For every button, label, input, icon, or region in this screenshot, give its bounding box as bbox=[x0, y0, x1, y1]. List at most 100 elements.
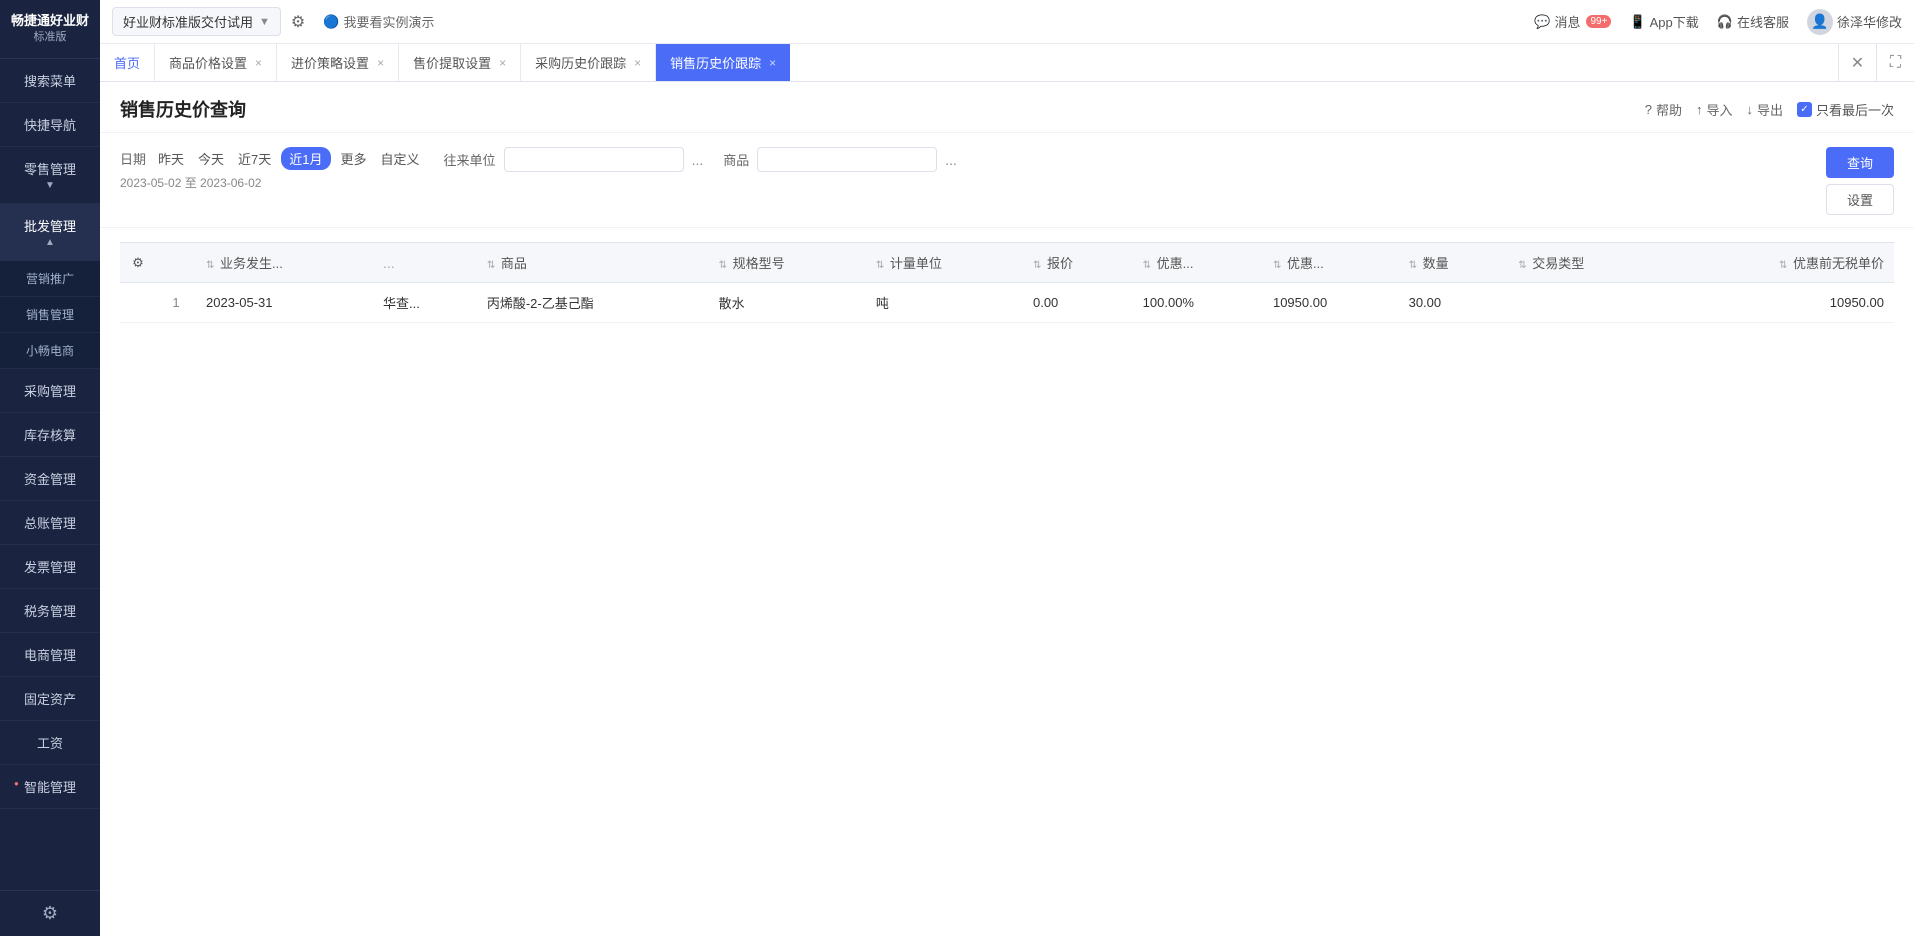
table-body: 1 2023-05-31 华查... 丙烯酸-2-乙基己酯 散水 吨 0.00 … bbox=[120, 283, 1894, 323]
tab-product-price[interactable]: 商品价格设置 × bbox=[155, 44, 277, 81]
product-filter: 商品 ... bbox=[723, 147, 957, 172]
tab-panel-controls: ✕ ⛶ bbox=[1838, 44, 1914, 82]
page-inner: 销售历史价查询 ? 帮助 ↑ 导入 ↓ 导出 ✓ bbox=[100, 82, 1914, 936]
th-business-date-label: 业务发生... bbox=[220, 256, 283, 271]
search-menu-label: 搜索菜单 bbox=[24, 71, 76, 90]
query-button[interactable]: 查询 bbox=[1826, 147, 1894, 178]
th-index bbox=[156, 243, 196, 283]
th-discount-rate[interactable]: ⇅ 优惠... bbox=[1133, 243, 1263, 283]
product-label: 商品 bbox=[723, 150, 749, 169]
export-icon: ↓ bbox=[1746, 102, 1753, 117]
th-spec[interactable]: ⇅ 规格型号 bbox=[709, 243, 866, 283]
tab-pricing-strategy[interactable]: 进价策略设置 × bbox=[277, 44, 399, 81]
sort-icon-product: ⇅ bbox=[487, 260, 495, 271]
th-quantity[interactable]: ⇅ 数量 bbox=[1399, 243, 1509, 283]
date-opt-last1month[interactable]: 近1月 bbox=[281, 147, 330, 170]
date-opt-today[interactable]: 今天 bbox=[194, 148, 228, 169]
sidebar-item-quick-nav[interactable]: 快捷导航 bbox=[0, 103, 100, 147]
checkbox-icon[interactable]: ✓ bbox=[1797, 102, 1812, 117]
th-unit[interactable]: ⇅ 计量单位 bbox=[866, 243, 1023, 283]
topbar-settings-icon[interactable]: ⚙ bbox=[291, 12, 305, 32]
help-icon: ? bbox=[1645, 102, 1652, 117]
sort-icon-price: ⇅ bbox=[1033, 260, 1041, 271]
source-unit-filter: 往来单位 ... bbox=[444, 147, 704, 172]
demo-button[interactable]: 🔵 我要看实例演示 bbox=[315, 8, 442, 35]
tab-home[interactable]: 首页 bbox=[100, 44, 155, 81]
sidebar-item-purchase-mgmt[interactable]: 采购管理 bbox=[0, 369, 100, 413]
th-quantity-label: 数量 bbox=[1423, 256, 1449, 271]
user-name: 徐泽华修改 bbox=[1837, 12, 1902, 31]
version-selector[interactable]: 好业财标准版交付试用 ▼ bbox=[112, 7, 281, 36]
retail-mgmt-label: 零售管理 bbox=[24, 159, 76, 178]
th-spec-label: 规格型号 bbox=[733, 256, 785, 271]
sidebar-item-capital-mgmt[interactable]: 资金管理 bbox=[0, 457, 100, 501]
th-business-date[interactable]: ⇅ 业务发生... bbox=[196, 243, 373, 283]
user-menu[interactable]: 👤 徐泽华修改 bbox=[1807, 9, 1902, 35]
messages-button[interactable]: 💬 消息 99+ bbox=[1534, 12, 1611, 31]
tab-sales-history[interactable]: 销售历史价跟踪 × bbox=[656, 44, 790, 81]
sidebar-sub-item-sales[interactable]: 销售管理 bbox=[0, 297, 100, 333]
date-opt-more[interactable]: 更多 bbox=[337, 148, 371, 169]
sidebar-item-wholesale-mgmt[interactable]: 批发管理 ▲ bbox=[0, 204, 100, 261]
app-download-button[interactable]: 📱 App下载 bbox=[1629, 12, 1698, 31]
online-service-button[interactable]: 🎧 在线客服 bbox=[1717, 12, 1789, 31]
th-trade-type[interactable]: ⇅ 交易类型 bbox=[1508, 243, 1665, 283]
fixed-assets-label: 固定资产 bbox=[24, 689, 76, 708]
tab-pricing-strategy-label: 进价策略设置 bbox=[291, 53, 369, 72]
table-row[interactable]: 1 2023-05-31 华查... 丙烯酸-2-乙基己酯 散水 吨 0.00 … bbox=[120, 283, 1894, 323]
th-discount-price[interactable]: ⇅ 优惠... bbox=[1263, 243, 1399, 283]
ecommerce-mgmt-label: 电商管理 bbox=[24, 645, 76, 664]
th-price[interactable]: ⇅ 报价 bbox=[1023, 243, 1133, 283]
th-unit-label: 计量单位 bbox=[890, 256, 942, 271]
tab-sales-history-label: 销售历史价跟踪 bbox=[670, 53, 761, 72]
inventory-mgmt-label: 库存核算 bbox=[24, 425, 76, 444]
sidebar-sub-item-small-ecommerce[interactable]: 小畅电商 bbox=[0, 333, 100, 369]
show-last-checkbox[interactable]: ✓ 只看最后一次 bbox=[1797, 100, 1894, 119]
row-settings[interactable] bbox=[120, 283, 156, 323]
sidebar-sub-item-marketing[interactable]: 营销推广 bbox=[0, 261, 100, 297]
date-opt-yesterday[interactable]: 昨天 bbox=[154, 148, 188, 169]
wholesale-mgmt-label: 批发管理 bbox=[24, 216, 76, 235]
sidebar-item-fixed-assets[interactable]: 固定资产 bbox=[0, 677, 100, 721]
help-button[interactable]: ? 帮助 bbox=[1645, 100, 1682, 119]
th-product[interactable]: ⇅ 商品 bbox=[477, 243, 709, 283]
tab-purchase-history-close[interactable]: × bbox=[634, 56, 641, 70]
product-input[interactable] bbox=[757, 147, 937, 172]
ellipsis-icon[interactable]: ... bbox=[383, 255, 395, 271]
tab-purchase-history[interactable]: 采购历史价跟踪 × bbox=[521, 44, 656, 81]
sidebar-item-search-menu[interactable]: 搜索菜单 bbox=[0, 59, 100, 103]
tab-product-price-close[interactable]: × bbox=[255, 56, 262, 70]
sidebar-item-smart-mgmt[interactable]: 智能管理 bbox=[0, 765, 100, 809]
source-unit-input[interactable] bbox=[504, 147, 684, 172]
tab-pricing-strategy-close[interactable]: × bbox=[377, 56, 384, 70]
export-button[interactable]: ↓ 导出 bbox=[1746, 100, 1783, 119]
invoice-mgmt-label: 发票管理 bbox=[24, 557, 76, 576]
sidebar-item-ecommerce-mgmt[interactable]: 电商管理 bbox=[0, 633, 100, 677]
th-settings[interactable]: ⚙ bbox=[120, 243, 156, 283]
sidebar-item-retail-mgmt[interactable]: 零售管理 ▼ bbox=[0, 147, 100, 204]
sidebar-settings-button[interactable]: ⚙ bbox=[0, 890, 100, 936]
sidebar-item-ledger-mgmt[interactable]: 总账管理 bbox=[0, 501, 100, 545]
sidebar-item-salary[interactable]: 工资 bbox=[0, 721, 100, 765]
tab-close-panel-button[interactable]: ✕ bbox=[1838, 44, 1876, 82]
th-ellipsis[interactable]: ... bbox=[373, 243, 477, 283]
tab-maximize-button[interactable]: ⛶ bbox=[1876, 44, 1914, 82]
topbar: 好业财标准版交付试用 ▼ ⚙ 🔵 我要看实例演示 💬 消息 99+ 📱 App下… bbox=[100, 0, 1914, 44]
date-opt-custom[interactable]: 自定义 bbox=[377, 148, 424, 169]
tabbar: 首页 商品价格设置 × 进价策略设置 × 售价提取设置 × 采购历史价跟踪 × … bbox=[100, 44, 1914, 82]
settings-button[interactable]: 设置 bbox=[1826, 184, 1894, 215]
source-unit-dots[interactable]: ... bbox=[692, 152, 704, 168]
date-opt-last7days[interactable]: 近7天 bbox=[234, 148, 275, 169]
th-pretax-price[interactable]: ⇅ 优惠前无税单价 bbox=[1665, 243, 1894, 283]
sidebar-item-inventory-mgmt[interactable]: 库存核算 bbox=[0, 413, 100, 457]
tab-sales-history-close[interactable]: × bbox=[769, 56, 776, 70]
tab-sale-price-extract-close[interactable]: × bbox=[499, 56, 506, 70]
wholesale-expand-icon: ▲ bbox=[45, 237, 55, 248]
product-dots[interactable]: ... bbox=[945, 152, 957, 168]
app-name: 畅捷通好业财 bbox=[8, 12, 92, 30]
import-button[interactable]: ↑ 导入 bbox=[1696, 100, 1733, 119]
sidebar-item-invoice-mgmt[interactable]: 发票管理 bbox=[0, 545, 100, 589]
sidebar-item-tax-mgmt[interactable]: 税务管理 bbox=[0, 589, 100, 633]
tab-sale-price-extract[interactable]: 售价提取设置 × bbox=[399, 44, 521, 81]
export-label: 导出 bbox=[1757, 100, 1783, 119]
